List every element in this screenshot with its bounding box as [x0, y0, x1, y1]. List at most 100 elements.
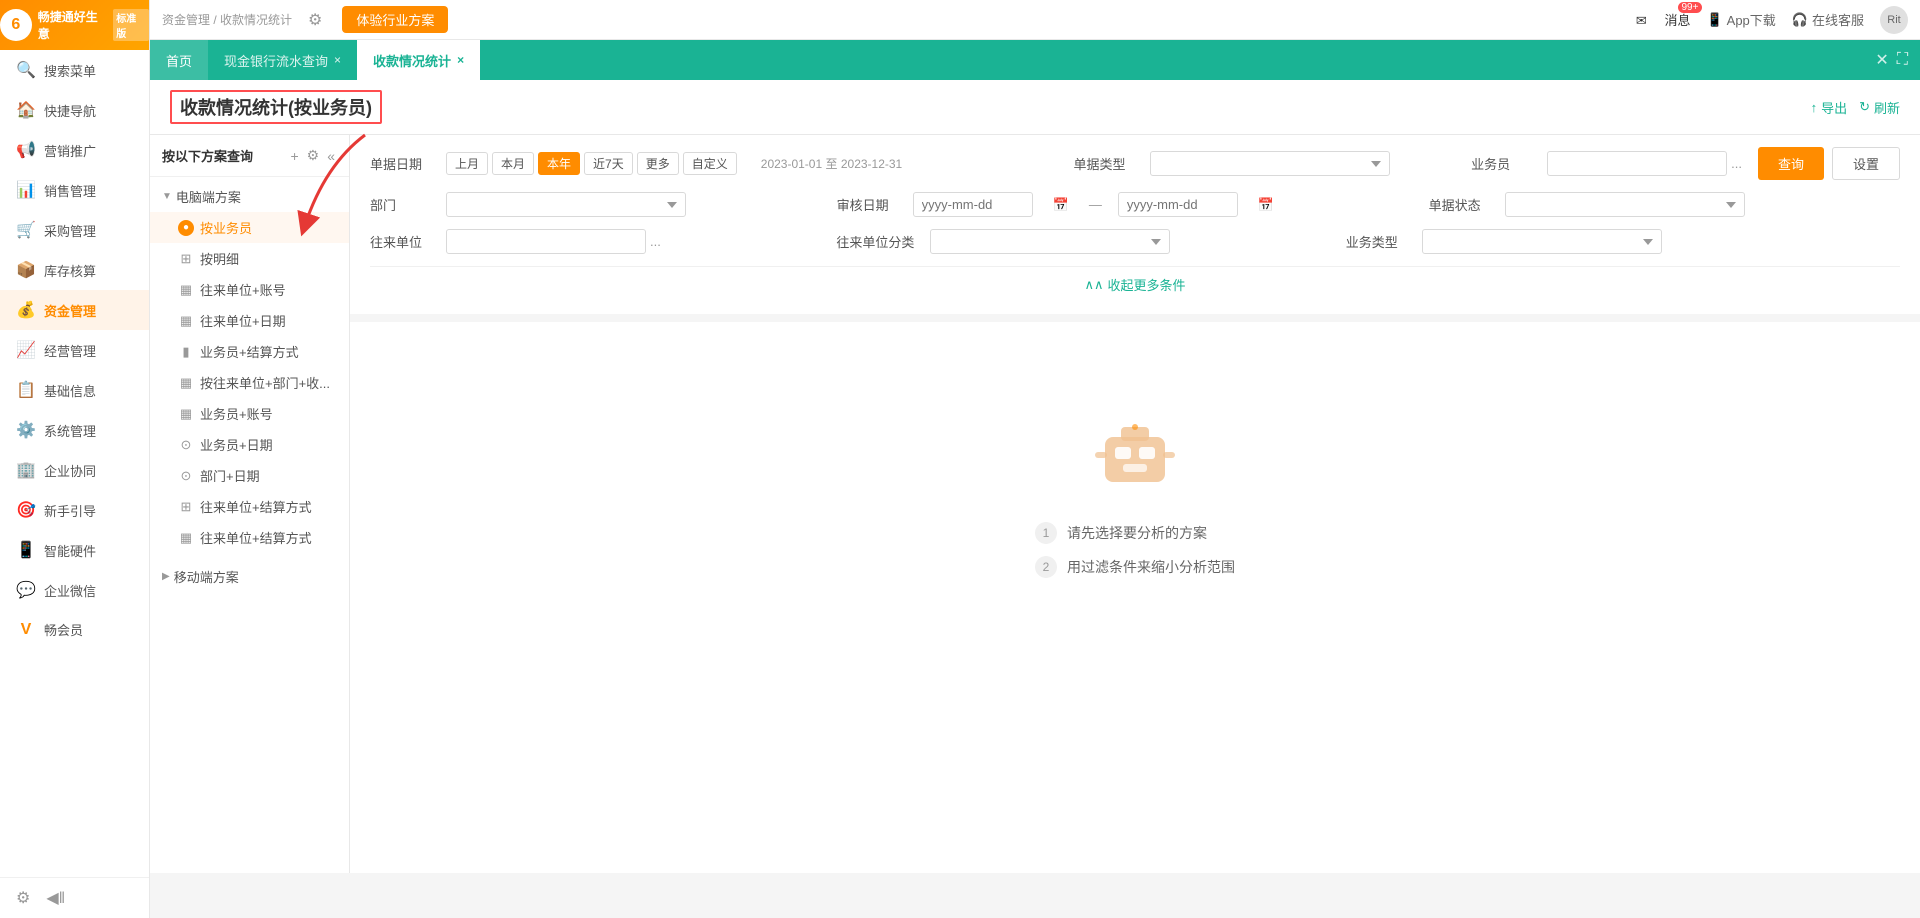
sidebar-item-label: 搜索菜单	[44, 61, 96, 80]
user-avatar[interactable]: Rit	[1880, 6, 1908, 34]
top-header-right: ✉ 99+ 消息 📱 App下载 🎧 在线客服 Rit	[1636, 6, 1908, 34]
scheme-item-staff-date[interactable]: ⊙ 业务员+日期	[150, 429, 349, 460]
partner-category-label: 往来单位分类	[836, 232, 914, 251]
sidebar-item-smart-hw[interactable]: 📱 智能硬件	[0, 530, 149, 570]
finance-icon: 💰	[16, 300, 36, 320]
filter-area: 单据日期 上月 本月 本年 近7天 更多 自定义 2023-01-01 至	[350, 135, 1920, 314]
staff-account-label: 业务员+账号	[200, 404, 273, 423]
trial-button[interactable]: 体验行业方案	[342, 6, 448, 33]
sidebar-item-enterprise[interactable]: 🏢 企业协同	[0, 450, 149, 490]
online-service-btn[interactable]: 🎧 在线客服	[1792, 10, 1864, 29]
scheme-mobile-group-header[interactable]: ▶ 移动端方案	[150, 561, 349, 592]
export-icon: ↑	[1811, 100, 1818, 115]
scheme-item-staff-account[interactable]: ▦ 业务员+账号	[150, 398, 349, 429]
message-btn[interactable]: ✉ 99+ 消息	[1636, 10, 1691, 29]
maximize-window-icon[interactable]: ⛶	[1897, 51, 1908, 69]
tab-collection-stats[interactable]: 收款情况统计 ×	[357, 40, 480, 80]
partner-more-icon[interactable]: ...	[650, 234, 661, 249]
scheme-item-unit-settle1[interactable]: ⊞ 往来单位+结算方式	[150, 491, 349, 522]
review-date-to[interactable]	[1118, 192, 1238, 217]
sidebar-item-label: 企业协同	[44, 461, 96, 480]
partner-input[interactable]	[446, 229, 646, 254]
scheme-collapse-btn[interactable]: «	[325, 146, 337, 166]
export-button[interactable]: ↑ 导出	[1811, 98, 1848, 117]
sidebar-item-purchase[interactable]: 🛒 采购管理	[0, 210, 149, 250]
app-download-btn[interactable]: 📱 App下载	[1706, 10, 1775, 29]
tab-bank-flow[interactable]: 现金银行流水查询 ×	[208, 40, 357, 80]
sidebar-item-quick-nav[interactable]: 🏠 快捷导航	[0, 90, 149, 130]
scheme-add-btn[interactable]: +	[288, 146, 300, 166]
scheme-pc-group-header[interactable]: ▼ 电脑端方案	[150, 181, 349, 212]
unit-date-label: 往来单位+日期	[200, 311, 286, 330]
sidebar-item-sales[interactable]: 📊 销售管理	[0, 170, 149, 210]
settings-button[interactable]: 设置	[1832, 147, 1900, 180]
sidebar-item-search-menu[interactable]: 🔍 搜索菜单	[0, 50, 149, 90]
scheme-item-unit-dept-collect[interactable]: ▦ 按往来单位+部门+收...	[150, 367, 349, 398]
basic-info-icon: 📋	[16, 380, 36, 400]
scheme-mobile-group: ▶ 移动端方案	[150, 557, 349, 596]
staff-input-wrapper: ...	[1547, 151, 1742, 176]
sidebar-item-wechat-biz[interactable]: 💬 企业微信	[0, 570, 149, 610]
search-menu-icon: 🔍	[16, 60, 36, 80]
header-gear-icon[interactable]: ⚙	[308, 10, 322, 30]
partner-category-select[interactable]	[930, 229, 1170, 254]
top-header-left: 资金管理 / 收款情况统计 ⚙ 体验行业方案	[162, 6, 448, 33]
sidebar-item-inventory[interactable]: 📦 库存核算	[0, 250, 149, 290]
settings-icon[interactable]: ⚙	[16, 888, 30, 908]
dept-select[interactable]	[446, 192, 686, 217]
date-filter-label: 单据日期	[370, 154, 430, 173]
online-service-label: 在线客服	[1812, 10, 1864, 29]
date-btn-this-month[interactable]: 本月	[492, 152, 534, 175]
review-date-from[interactable]	[913, 192, 1033, 217]
sidebar-item-label: 营销推广	[44, 141, 96, 160]
sidebar-item-marketing[interactable]: 📢 营销推广	[0, 130, 149, 170]
doc-status-select[interactable]	[1505, 192, 1745, 217]
refresh-icon: ↻	[1859, 99, 1870, 115]
biz-type-label: 业务类型	[1346, 232, 1406, 251]
sidebar-item-member[interactable]: V 畅会员	[0, 610, 149, 649]
message-badge: 99+	[1678, 2, 1703, 13]
doc-status-select-wrapper	[1505, 192, 1900, 217]
date-btn-custom[interactable]: 自定义	[683, 152, 737, 175]
doc-type-select[interactable]	[1150, 151, 1390, 176]
page-title: 收款情况统计(按业务员)	[170, 90, 382, 124]
sidebar: 6 畅捷通好生意 标准版 🔍 搜索菜单 🏠 快捷导航 📢 营销推广 📊 销售管理…	[0, 0, 150, 918]
collapse-sidebar-icon[interactable]: ◀‖	[46, 888, 65, 908]
sidebar-item-operations[interactable]: 📈 经营管理	[0, 330, 149, 370]
sidebar-item-finance[interactable]: 💰 资金管理	[0, 290, 149, 330]
scheme-item-by-staff[interactable]: ● 按业务员	[150, 212, 349, 243]
staff-input[interactable]	[1547, 151, 1727, 176]
scheme-item-staff-settle[interactable]: ▮ 业务员+结算方式	[150, 336, 349, 367]
scheme-item-unit-account[interactable]: ▦ 往来单位+账号	[150, 274, 349, 305]
biz-type-select[interactable]	[1422, 229, 1662, 254]
step-1-text: 请先选择要分析的方案	[1067, 523, 1207, 543]
staff-date-icon: ⊙	[178, 437, 194, 453]
step-2-text: 用过滤条件来缩小分析范围	[1067, 557, 1235, 577]
sidebar-item-guide[interactable]: 🎯 新手引导	[0, 490, 149, 530]
sidebar-item-system[interactable]: ⚙️ 系统管理	[0, 410, 149, 450]
review-date-calendar-from[interactable]: 📅	[1053, 197, 1069, 213]
date-btn-last-7days[interactable]: 近7天	[584, 152, 633, 175]
review-date-calendar-to[interactable]: 📅	[1258, 197, 1274, 213]
scheme-settings-btn[interactable]: ⚙	[305, 145, 322, 166]
tab-bank-flow-close[interactable]: ×	[334, 53, 341, 67]
collapse-filters-btn[interactable]: ∧∧ 收起更多条件	[370, 266, 1900, 302]
tab-collection-stats-close[interactable]: ×	[457, 53, 464, 67]
scheme-item-unit-date[interactable]: ▦ 往来单位+日期	[150, 305, 349, 336]
sidebar-item-basic-info[interactable]: 📋 基础信息	[0, 370, 149, 410]
query-button[interactable]: 查询	[1758, 147, 1824, 180]
tab-home[interactable]: 首页	[150, 40, 208, 80]
scheme-item-by-detail[interactable]: ⊞ 按明细	[150, 243, 349, 274]
data-area: 单据日期 上月 本月 本年 近7天 更多 自定义 2023-01-01 至	[350, 135, 1920, 873]
scheme-item-dept-date[interactable]: ⊙ 部门+日期	[150, 460, 349, 491]
staff-more-icon[interactable]: ...	[1731, 156, 1742, 171]
date-btn-this-year[interactable]: 本年	[538, 152, 580, 175]
scheme-item-unit-settle2[interactable]: ▦ 往来单位+结算方式	[150, 522, 349, 553]
mobile-group-label: 移动端方案	[174, 567, 239, 586]
system-icon: ⚙️	[16, 420, 36, 440]
refresh-button[interactable]: ↻ 刷新	[1859, 98, 1900, 117]
date-btn-more[interactable]: 更多	[637, 152, 679, 175]
date-btn-last-month[interactable]: 上月	[446, 152, 488, 175]
close-window-icon[interactable]: ✕	[1875, 50, 1888, 70]
tab-bank-flow-label: 现金银行流水查询	[224, 51, 328, 70]
